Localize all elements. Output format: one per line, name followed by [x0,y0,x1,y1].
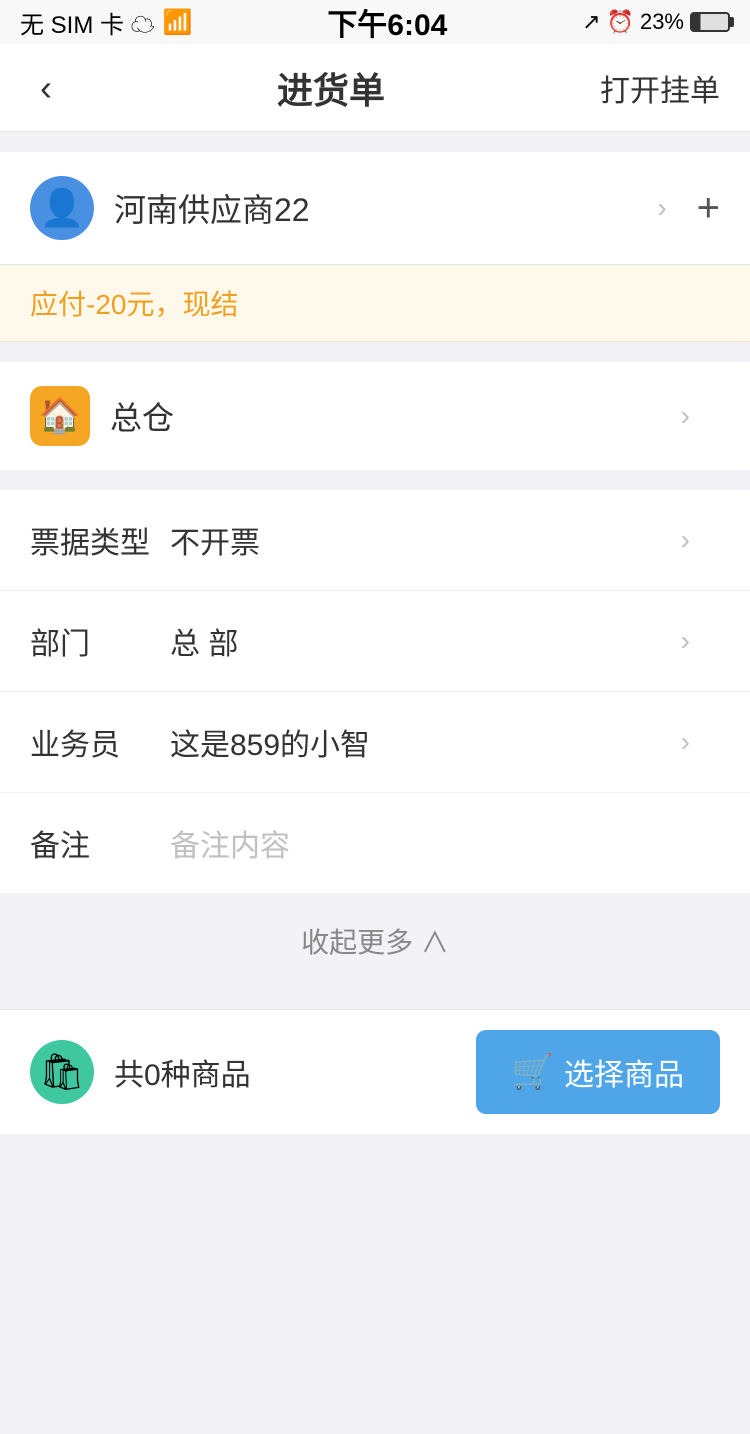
department-row[interactable]: 部门 总 部 › [0,591,750,692]
wifi-icon: 📶 [163,8,193,37]
department-value: 总 部 [170,619,681,663]
salesperson-label: 业务员 [30,720,170,764]
remark-row[interactable]: 备注 备注内容 [0,793,750,893]
notice-text: 应付-20元，现结 [30,289,238,320]
collapse-label: 收起更多 ∧ [301,921,449,961]
remark-label: 备注 [30,821,170,865]
status-right: ↗ ⏰ 23% [582,9,730,35]
warehouse-section: 🏠 总仓 › [0,362,750,470]
gap-2 [0,342,750,362]
ticket-type-label: 票据类型 [30,518,170,562]
gap-1 [0,132,750,152]
signal-text: 无 SIM 卡 ☁ [20,5,155,40]
supplier-section: 👤 河南供应商22 › + 应付-20元，现结 [0,152,750,342]
back-button[interactable]: ‹ [30,57,62,119]
notice-bar: 应付-20元，现结 [0,265,750,342]
open-pending-button[interactable]: 打开挂单 [600,66,720,110]
warehouse-row[interactable]: 🏠 总仓 › [0,362,750,470]
status-left: 无 SIM 卡 ☁ 📶 [20,5,193,40]
supplier-name: 河南供应商22 [114,185,657,231]
supplier-chevron-icon: › [657,192,666,224]
supplier-avatar: 👤 [30,176,94,240]
location-icon: ↗ [582,9,600,35]
status-bar: 无 SIM 卡 ☁ 📶 下午6:04 ↗ ⏰ 23% [0,0,750,44]
battery-icon [690,12,730,32]
collapse-row[interactable]: 收起更多 ∧ [0,893,750,989]
nav-bar: ‹ 进货单 打开挂单 [0,44,750,132]
status-time: 下午6:04 [327,0,447,44]
gap-4 [0,989,750,1009]
select-product-button[interactable]: 🛒 选择商品 [476,1030,720,1114]
product-icon: 🛍 [30,1040,94,1104]
alarm-icon: ⏰ [607,9,634,35]
ticket-type-value: 不开票 [170,518,681,562]
warehouse-chevron-icon: › [681,400,690,432]
product-count: 共0种商品 [114,1050,476,1094]
salesperson-value: 这是859的小智 [170,720,681,764]
salesperson-row[interactable]: 业务员 这是859的小智 › [0,692,750,793]
product-icon-symbol: 🛍 [39,1051,85,1093]
add-supplier-button[interactable]: + [697,186,720,231]
ticket-type-row[interactable]: 票据类型 不开票 › [0,490,750,591]
ticket-type-chevron-icon: › [681,524,690,556]
gap-3 [0,470,750,490]
select-product-label: 选择商品 [564,1050,684,1094]
department-label: 部门 [30,619,170,663]
remaining-space [0,1134,750,1434]
page-title: 进货单 [277,62,385,114]
bottom-bar: 🛍 共0种商品 🛒 选择商品 [0,1009,750,1134]
warehouse-icon: 🏠 [30,386,90,446]
department-chevron-icon: › [681,625,690,657]
warehouse-name: 总仓 [110,393,681,439]
avatar-icon: 👤 [40,187,85,229]
warehouse-icon-symbol: 🏠 [39,396,81,436]
remark-placeholder[interactable]: 备注内容 [170,821,720,865]
battery-text: 23% [640,9,684,35]
salesperson-chevron-icon: › [681,726,690,758]
form-section: 票据类型 不开票 › 部门 总 部 › 业务员 这是859的小智 › 备注 备注… [0,490,750,893]
select-product-icon: 🛒 [512,1052,554,1092]
supplier-row[interactable]: 👤 河南供应商22 › + [0,152,750,265]
